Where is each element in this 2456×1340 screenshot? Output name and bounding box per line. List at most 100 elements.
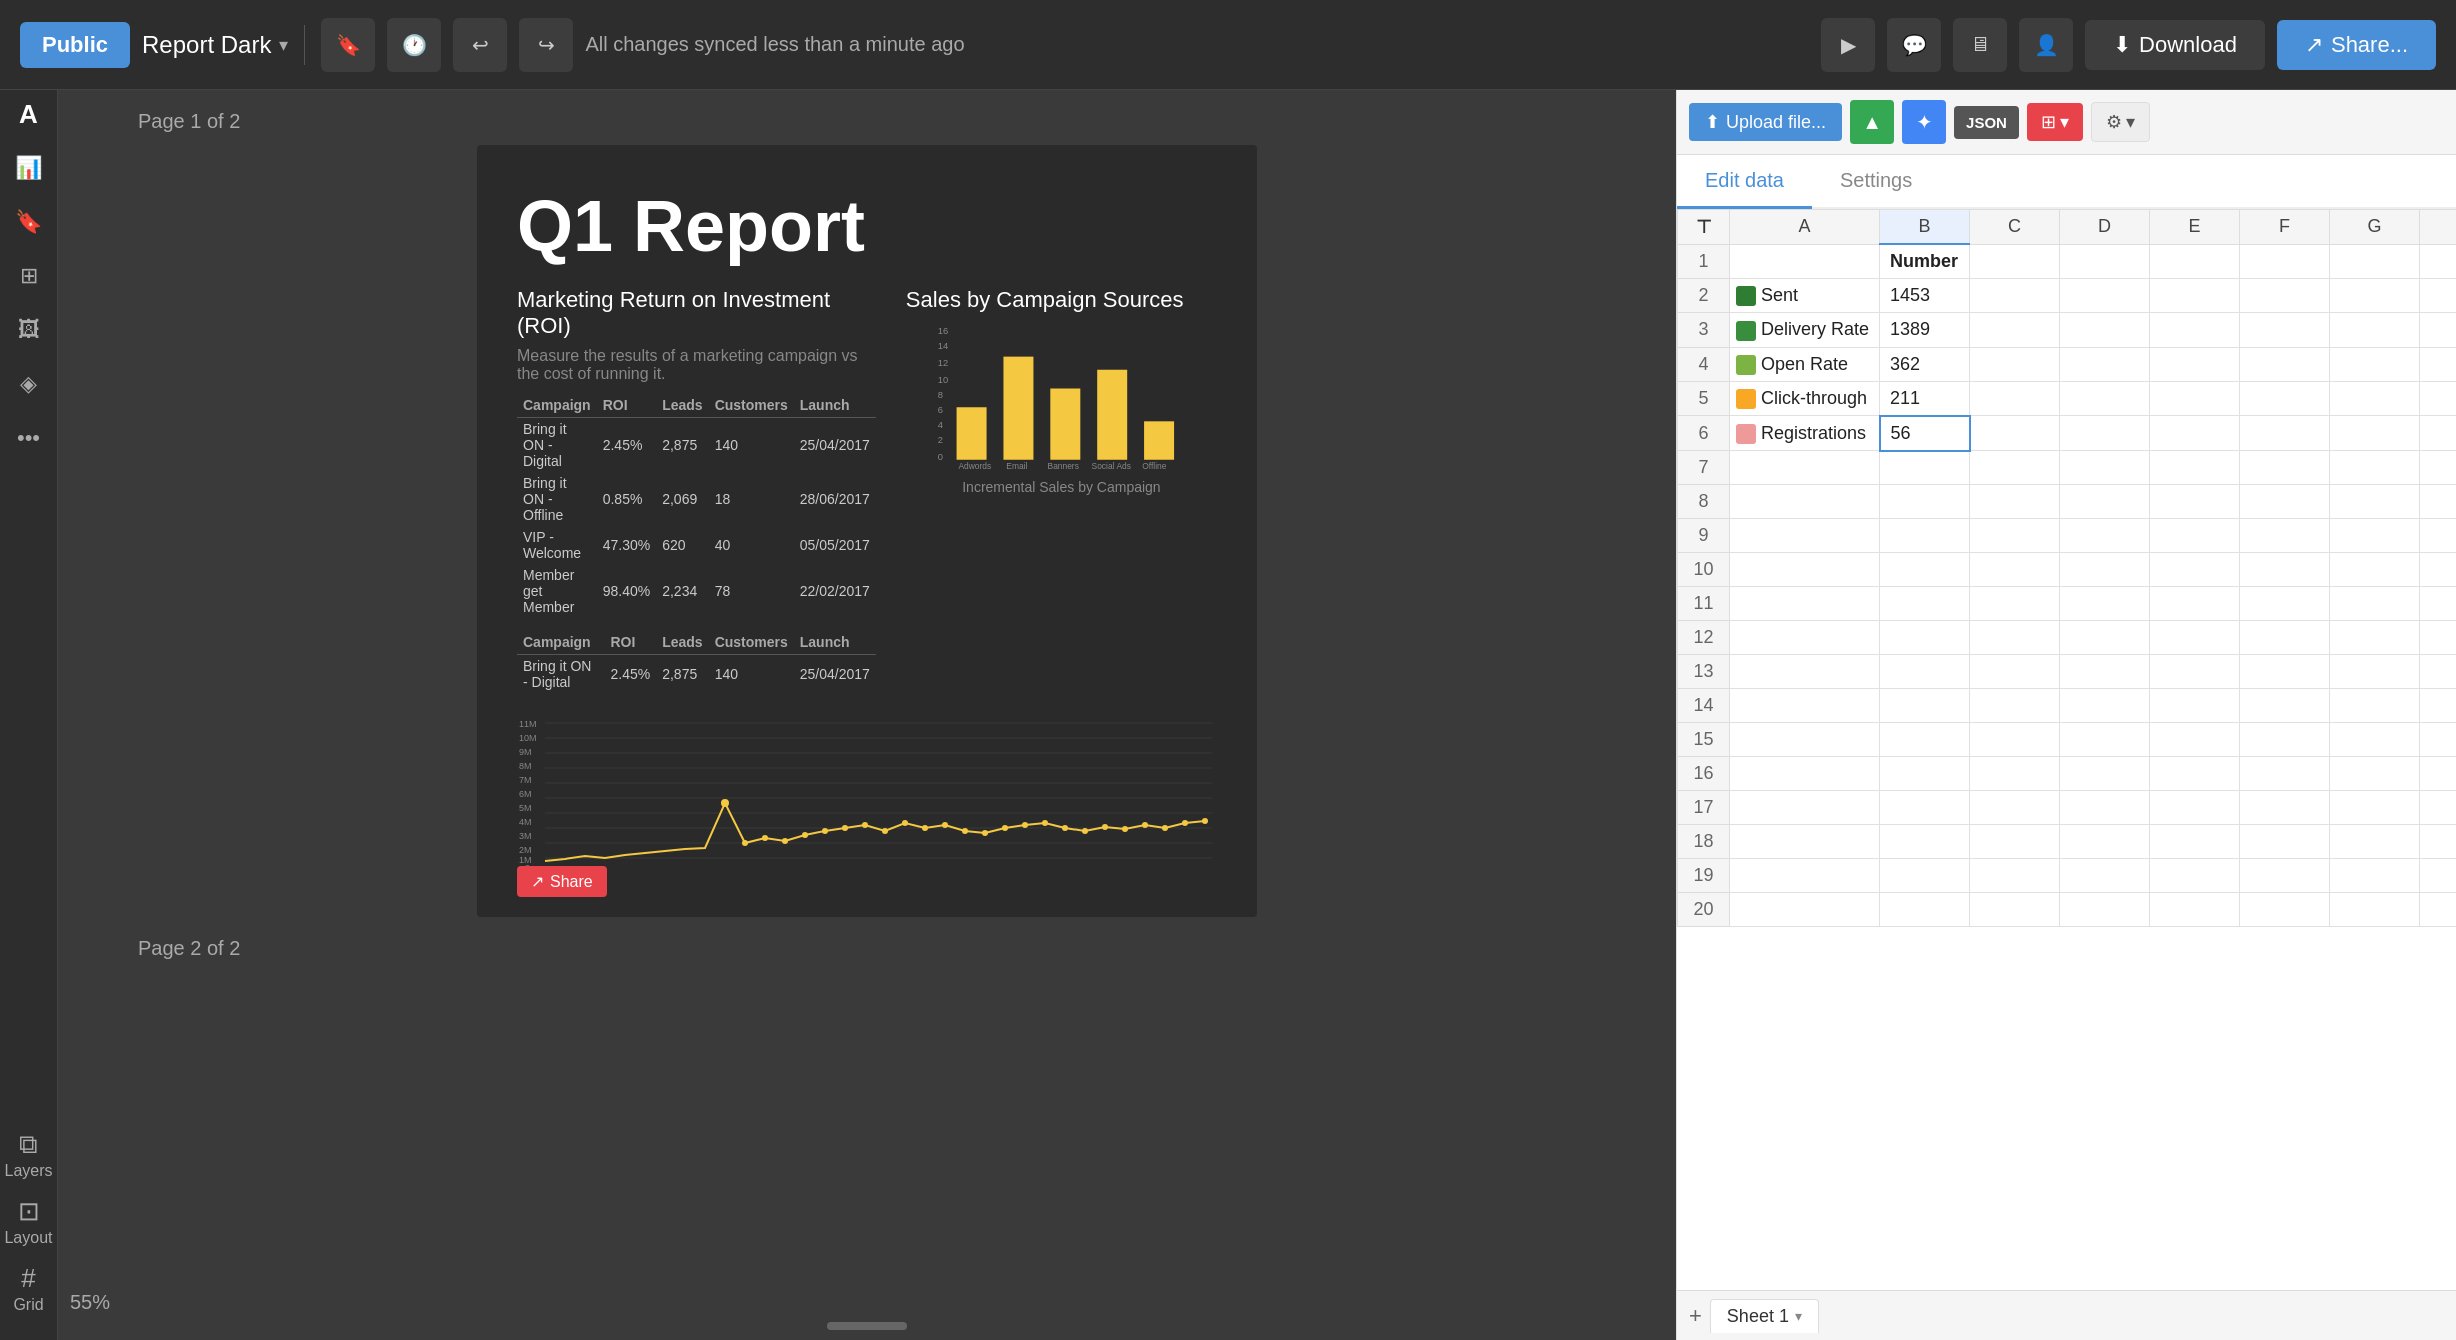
- cell-3b[interactable]: 1389: [1880, 313, 1970, 347]
- sidebar-font-icon[interactable]: A: [5, 90, 53, 138]
- cell-3a[interactable]: Delivery Rate: [1730, 313, 1880, 347]
- cell-5f[interactable]: [2240, 381, 2330, 416]
- cell-5d[interactable]: [2060, 381, 2150, 416]
- cell-2f[interactable]: [2240, 279, 2330, 313]
- cell-6a[interactable]: Registrations: [1730, 416, 1880, 451]
- cell-1h[interactable]: [2420, 244, 2456, 279]
- cell-4f[interactable]: [2240, 347, 2330, 381]
- cell-2c[interactable]: [1970, 279, 2060, 313]
- col-header-g[interactable]: G: [2330, 210, 2420, 245]
- cell-6h[interactable]: [2420, 416, 2456, 451]
- redo-button[interactable]: ↪: [519, 18, 573, 72]
- table-button[interactable]: ⊞ ▾: [2027, 103, 2083, 141]
- cell-6f[interactable]: [2240, 416, 2330, 451]
- public-button[interactable]: Public: [20, 22, 130, 68]
- screen-button[interactable]: 🖥: [1953, 18, 2007, 72]
- col-header-d[interactable]: D: [2060, 210, 2150, 245]
- col-header-f[interactable]: F: [2240, 210, 2330, 245]
- upload-button[interactable]: ⬆ Upload file...: [1689, 103, 1842, 141]
- spreadsheet[interactable]: ⊤ A B C D E F G H I 1: [1677, 209, 2456, 1290]
- sidebar-table-icon[interactable]: ⊞: [5, 252, 53, 300]
- comment-button[interactable]: 💬: [1887, 18, 1941, 72]
- cell-5g[interactable]: [2330, 381, 2420, 416]
- cell-3f[interactable]: [2240, 313, 2330, 347]
- history-button[interactable]: 🕐: [387, 18, 441, 72]
- settings-gear-button[interactable]: ⚙ ▾: [2091, 102, 2150, 142]
- cell-5c[interactable]: [1970, 381, 2060, 416]
- add-sheet-button[interactable]: +: [1689, 1303, 1702, 1329]
- cell-1d[interactable]: [2060, 244, 2150, 279]
- cell-4c[interactable]: [1970, 347, 2060, 381]
- cell-3d[interactable]: [2060, 313, 2150, 347]
- svg-text:9M: 9M: [519, 747, 532, 757]
- cell-6d[interactable]: [2060, 416, 2150, 451]
- sidebar-item-layout[interactable]: ⊡ Layout: [0, 1190, 57, 1253]
- cell-4b[interactable]: 362: [1880, 347, 1970, 381]
- cell-1a[interactable]: [1730, 244, 1880, 279]
- cell-5e[interactable]: [2150, 381, 2240, 416]
- tab-edit-data[interactable]: Edit data: [1677, 155, 1812, 209]
- svg-text:5M: 5M: [519, 803, 532, 813]
- sidebar-item-grid[interactable]: # Grid: [0, 1257, 57, 1320]
- data-panel-toolbar: ⬆ Upload file... ▲ ✦ JSON ⊞ ▾ ⚙ ▾: [1677, 90, 2456, 155]
- report-dropdown-icon[interactable]: ▾: [279, 34, 288, 56]
- cell-2a[interactable]: Sent: [1730, 279, 1880, 313]
- sidebar-more-icon[interactable]: •••: [5, 414, 53, 462]
- table-row: 3 Delivery Rate 1389: [1678, 313, 2457, 347]
- col-header-b[interactable]: B: [1880, 210, 1970, 245]
- cell-6e[interactable]: [2150, 416, 2240, 451]
- share-button[interactable]: ↗ Share...: [2277, 20, 2436, 70]
- sidebar-item-layers[interactable]: ⧉ Layers: [0, 1123, 57, 1186]
- cell-2h[interactable]: [2420, 279, 2456, 313]
- cell-1g[interactable]: [2330, 244, 2420, 279]
- sidebar-chart-icon[interactable]: 📊: [5, 144, 53, 192]
- cell-1f[interactable]: [2240, 244, 2330, 279]
- cell-4e[interactable]: [2150, 347, 2240, 381]
- cell-2b[interactable]: 1453: [1880, 279, 1970, 313]
- google-drive-button[interactable]: ▲: [1850, 100, 1894, 144]
- sidebar-bookmark-icon[interactable]: 🔖: [5, 198, 53, 246]
- cell-4d[interactable]: [2060, 347, 2150, 381]
- cell-1c[interactable]: [1970, 244, 2060, 279]
- cell-5b[interactable]: 211: [1880, 381, 1970, 416]
- col-header-h[interactable]: H: [2420, 210, 2456, 245]
- cell-4h[interactable]: [2420, 347, 2456, 381]
- cell-6c[interactable]: [1970, 416, 2060, 451]
- cell-3c[interactable]: [1970, 313, 2060, 347]
- cell-6b-active[interactable]: 56: [1880, 416, 1970, 451]
- sheet-tab-chevron: ▾: [1795, 1308, 1802, 1324]
- col-header-e[interactable]: E: [2150, 210, 2240, 245]
- cell-4a[interactable]: Open Rate: [1730, 347, 1880, 381]
- canvas-area[interactable]: Page 1 of 2 Q1 Report Marketing Return o…: [58, 90, 1676, 1340]
- share-footer[interactable]: ↗ Share: [517, 866, 607, 897]
- cell-1b[interactable]: Number: [1880, 244, 1970, 279]
- json-button[interactable]: JSON: [1954, 106, 2019, 139]
- bookmark-button[interactable]: 🔖: [321, 18, 375, 72]
- cell-3e[interactable]: [2150, 313, 2240, 347]
- cell-5a[interactable]: Click-through: [1730, 381, 1880, 416]
- sidebar-image-icon[interactable]: 🖼: [5, 306, 53, 354]
- cell-4g[interactable]: [2330, 347, 2420, 381]
- cell-3g[interactable]: [2330, 313, 2420, 347]
- svg-rect-12: [1097, 370, 1127, 460]
- col-header-a[interactable]: A: [1730, 210, 1880, 245]
- col-headers-row: ⊤ A B C D E F G H I: [1678, 210, 2457, 245]
- cell-1e[interactable]: [2150, 244, 2240, 279]
- undo-button[interactable]: ↩: [453, 18, 507, 72]
- sheet-tab-1[interactable]: Sheet 1 ▾: [1710, 1299, 1819, 1333]
- svg-point-46: [822, 828, 828, 834]
- cell-6g[interactable]: [2330, 416, 2420, 451]
- sidebar-shapes-icon[interactable]: ◈: [5, 360, 53, 408]
- dropbox-button[interactable]: ✦: [1902, 100, 1946, 144]
- cell-2e[interactable]: [2150, 279, 2240, 313]
- users-button[interactable]: 👤: [2019, 18, 2073, 72]
- scrollbar-horizontal[interactable]: [827, 1322, 907, 1330]
- tab-settings[interactable]: Settings: [1812, 155, 1940, 209]
- col-header-c[interactable]: C: [1970, 210, 2060, 245]
- download-button[interactable]: ⬇ Download: [2085, 20, 2265, 70]
- cell-2g[interactable]: [2330, 279, 2420, 313]
- cell-2d[interactable]: [2060, 279, 2150, 313]
- present-button[interactable]: ▶: [1821, 18, 1875, 72]
- cell-3h[interactable]: [2420, 313, 2456, 347]
- cell-5h[interactable]: [2420, 381, 2456, 416]
